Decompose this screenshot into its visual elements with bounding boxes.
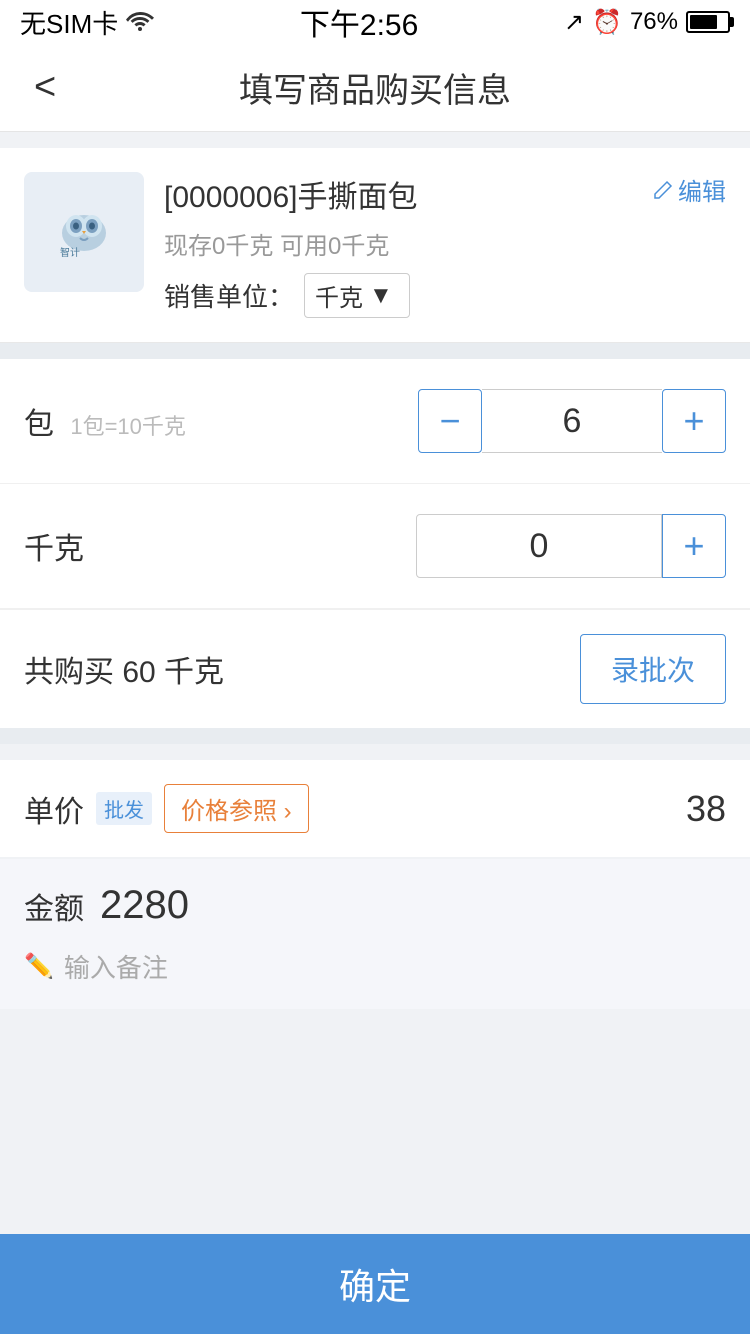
wifi-icon: [126, 7, 154, 38]
unit-select[interactable]: 千克 ▼: [304, 273, 410, 318]
decrease-bag-button[interactable]: −: [418, 389, 482, 453]
battery-percent: 76%: [630, 8, 678, 36]
unit-label: 销售单位：: [164, 277, 294, 314]
nav-bar: < 填写商品购买信息: [0, 44, 750, 132]
input-label-kg: 千克: [24, 524, 416, 568]
product-image: 智计: [24, 172, 144, 292]
product-info: [0000006]手撕面包 编辑 现存0千克 可用0千克 销售单位： 千克 ▼: [164, 172, 726, 318]
product-unit-row: 销售单位： 千克 ▼: [164, 273, 726, 318]
section-divider-2: [0, 728, 750, 744]
status-bar: 无SIM卡 下午2:56 ↗ ⏰ 76%: [0, 0, 750, 44]
status-left: 无SIM卡: [20, 4, 154, 41]
input-label-bag: 包 1包=10千克: [24, 399, 418, 443]
price-value: 38: [686, 788, 726, 830]
input-row-bag: 包 1包=10千克 − 6 +: [0, 359, 750, 484]
quantity-control-kg: 0 +: [416, 514, 726, 578]
price-section: 单价 批发 价格参照 › 38: [0, 760, 750, 857]
amount-section: 金额 2280 ✏️ 输入备注: [0, 859, 750, 1009]
input-row-kg: 千克 0 +: [0, 484, 750, 609]
location-icon: ↗: [564, 8, 584, 37]
quantity-kg-input[interactable]: 0: [416, 514, 662, 578]
section-divider-1: [0, 343, 750, 359]
quantity-control-bag: − 6 +: [418, 389, 726, 453]
product-card: 智计 [0000006]手撕面包 编辑 现存0千克 可用0千克 销售单位： 千克…: [0, 148, 750, 343]
status-time: 下午2:56: [300, 0, 418, 44]
amount-row: 金额 2280: [24, 883, 726, 928]
input-section: 包 1包=10千克 − 6 + 千克 0 +: [0, 359, 750, 609]
note-placeholder: 输入备注: [64, 948, 168, 985]
confirm-button[interactable]: 确定: [0, 1234, 750, 1334]
batch-button[interactable]: 录批次: [580, 634, 726, 704]
product-stock: 现存0千克 可用0千克: [164, 226, 726, 261]
summary-text: 共购买 60 千克: [24, 647, 224, 691]
status-right: ↗ ⏰ 76%: [564, 8, 730, 37]
price-label: 单价: [24, 787, 84, 831]
pencil-icon: ✏️: [24, 952, 54, 981]
product-name: [0000006]手撕面包: [164, 172, 417, 216]
edit-button[interactable]: 编辑: [652, 172, 726, 207]
increase-kg-button[interactable]: +: [662, 514, 726, 578]
alarm-icon: ⏰: [592, 8, 622, 37]
amount-label: 金额: [24, 884, 84, 928]
amount-value: 2280: [100, 883, 189, 928]
battery-icon: [686, 11, 730, 33]
dropdown-icon: ▼: [369, 282, 393, 310]
carrier-label: 无SIM卡: [20, 4, 118, 41]
page-title: 填写商品购买信息: [239, 63, 511, 112]
product-logo: 智计: [54, 198, 114, 267]
svg-text:智计: 智计: [60, 246, 80, 258]
increase-bag-button[interactable]: +: [662, 389, 726, 453]
price-ref-button[interactable]: 价格参照 ›: [164, 784, 309, 833]
summary-row: 共购买 60 千克 录批次: [0, 609, 750, 728]
quantity-bag-input[interactable]: 6: [482, 389, 662, 453]
price-label-row: 单价 批发 价格参照 ›: [24, 784, 309, 833]
unit-value: 千克: [315, 278, 363, 313]
price-tag-pifa: 批发: [96, 792, 152, 825]
note-row[interactable]: ✏️ 输入备注: [24, 948, 726, 985]
back-button[interactable]: <: [24, 56, 66, 119]
input-hint-bag: 1包=10千克: [70, 414, 186, 439]
